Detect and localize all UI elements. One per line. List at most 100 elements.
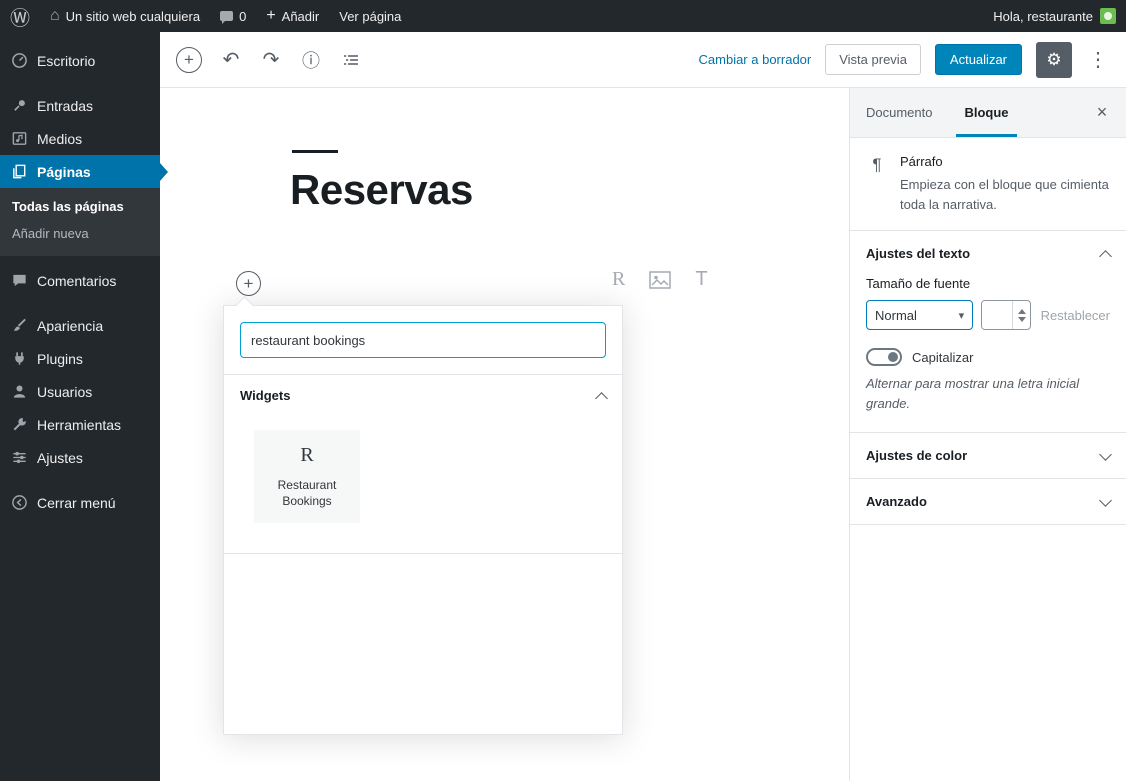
block-card: ¶ Párrafo Empieza con el bloque que cimi… bbox=[850, 138, 1126, 230]
text-block-icon[interactable]: T bbox=[695, 268, 707, 291]
wordpress-menu-button[interactable]: Ⓦ bbox=[0, 0, 40, 32]
chevron-down-icon: ▾ bbox=[958, 309, 965, 322]
font-size-label: Tamaño de fuente bbox=[866, 276, 971, 291]
new-content-link[interactable]: + Añadir bbox=[256, 0, 329, 32]
inserter-items-area: R Restaurant Bookings bbox=[224, 416, 622, 555]
update-button[interactable]: Actualizar bbox=[934, 44, 1022, 75]
sidebar-item-paginas[interactable]: Páginas bbox=[0, 155, 168, 188]
media-icon bbox=[10, 130, 28, 147]
sidebar-item-usuarios[interactable]: Usuarios bbox=[0, 375, 160, 408]
wordpress-logo-icon: Ⓦ bbox=[10, 7, 30, 30]
block-search-input[interactable] bbox=[240, 322, 606, 358]
plus-icon: + bbox=[266, 7, 276, 24]
sidebar-item-cerrar-menu[interactable]: Cerrar menú bbox=[0, 486, 160, 519]
font-size-number-input[interactable] bbox=[982, 301, 1013, 329]
block-card-title: Párrafo bbox=[900, 154, 943, 169]
sidebar-menu: Escritorio Entradas Medios Páginas Todas… bbox=[0, 32, 168, 781]
greeting-link[interactable]: Hola, restaurante bbox=[993, 9, 1093, 24]
stepper-up-icon[interactable] bbox=[1018, 308, 1027, 314]
chevron-up-icon bbox=[1099, 249, 1112, 263]
undo-icon[interactable]: ↶ bbox=[216, 45, 246, 75]
color-settings-panel: Ajustes de color bbox=[850, 432, 1126, 478]
view-page-link[interactable]: Ver página bbox=[329, 0, 411, 32]
restaurant-bookings-block-icon[interactable]: R bbox=[612, 268, 625, 291]
dropcap-label: Capitalizar bbox=[912, 349, 974, 365]
admin-bar: Ⓦ ⌂ Un sitio web cualquiera 0 + Añadir V… bbox=[0, 0, 1126, 32]
sidebar-item-label: Cerrar menú bbox=[37, 494, 116, 511]
editor-toolbar: + ↶ ↷ ⓘ Cambiar a borrador Vista previa … bbox=[160, 32, 1126, 88]
sidebar-item-label: Herramientas bbox=[37, 416, 122, 433]
comments-count: 0 bbox=[239, 8, 247, 24]
sidebar-item-plugins[interactable]: Plugins bbox=[0, 342, 160, 375]
sidebar-item-label: Apariencia bbox=[37, 317, 104, 334]
text-settings-title: Ajustes del texto bbox=[866, 246, 971, 261]
more-options-icon[interactable]: ⋮ bbox=[1086, 47, 1110, 72]
pages-submenu: Todas las páginas Añadir nueva bbox=[0, 188, 160, 256]
inserter-search-wrap bbox=[224, 306, 622, 374]
list-view-icon[interactable] bbox=[336, 45, 366, 75]
stepper-down-icon[interactable] bbox=[1018, 316, 1027, 322]
home-icon: ⌂ bbox=[50, 7, 60, 24]
user-icon bbox=[10, 383, 28, 400]
sidebar-item-ajustes[interactable]: Ajustes bbox=[0, 441, 160, 474]
color-settings-header[interactable]: Ajustes de color bbox=[850, 433, 1126, 478]
dashboard-icon bbox=[10, 52, 28, 69]
title-separator bbox=[292, 150, 338, 153]
switch-to-draft-link[interactable]: Cambiar a borrador bbox=[699, 52, 812, 67]
sidebar-item-comentarios[interactable]: Comentarios bbox=[0, 264, 160, 297]
dropcap-toggle[interactable] bbox=[866, 348, 902, 366]
sidebar-item-medios[interactable]: Medios bbox=[0, 122, 160, 155]
view-page-label: Ver página bbox=[339, 8, 402, 24]
block-card-text: Párrafo Empieza con el bloque que cimien… bbox=[900, 154, 1110, 214]
sidebar-item-herramientas[interactable]: Herramientas bbox=[0, 408, 160, 441]
submenu-item-anadir-nueva[interactable]: Añadir nueva bbox=[0, 220, 160, 247]
add-block-button[interactable]: + bbox=[176, 46, 202, 73]
plugin-icon bbox=[10, 350, 28, 367]
tab-documento[interactable]: Documento bbox=[850, 88, 948, 137]
sidebar-item-apariencia[interactable]: Apariencia bbox=[0, 309, 160, 342]
reset-button: Restablecer bbox=[1040, 307, 1110, 323]
font-size-stepper bbox=[1012, 301, 1029, 329]
text-settings-panel: Ajustes del texto Tamaño de fuente Norma… bbox=[850, 230, 1126, 432]
font-size-row: Normal ▾ Restablecer bbox=[866, 300, 1110, 330]
admin-bar-right: Hola, restaurante bbox=[993, 8, 1126, 24]
restaurant-bookings-icon: R bbox=[300, 444, 314, 466]
close-sidebar-icon[interactable]: × bbox=[1088, 99, 1116, 127]
color-settings-title: Ajustes de color bbox=[866, 448, 968, 464]
sidebar-item-label: Usuarios bbox=[37, 383, 93, 400]
chevron-up-icon bbox=[595, 391, 608, 405]
submenu-item-todas-las-paginas[interactable]: Todas las páginas bbox=[0, 193, 160, 220]
collapse-arrow-icon bbox=[10, 494, 28, 511]
restaurant-bookings-block-item[interactable]: R Restaurant Bookings bbox=[254, 430, 360, 524]
dropcap-help-text: Alternar para mostrar una letra inicial … bbox=[866, 376, 1080, 412]
page-title[interactable]: Reservas bbox=[290, 166, 473, 214]
comments-link[interactable]: 0 bbox=[210, 0, 256, 32]
sidebar-item-label: Plugins bbox=[37, 350, 83, 367]
sidebar-item-label: Entradas bbox=[37, 97, 94, 114]
redo-icon[interactable]: ↷ bbox=[256, 45, 286, 75]
text-settings-body: Tamaño de fuente Normal ▾ Restablecer Ca… bbox=[850, 276, 1126, 432]
sidebar-item-label: Páginas bbox=[37, 163, 91, 180]
dropcap-toggle-row: Capitalizar bbox=[866, 348, 1110, 366]
site-name-link[interactable]: ⌂ Un sitio web cualquiera bbox=[40, 0, 210, 32]
paragraph-icon: ¶ bbox=[872, 155, 882, 174]
advanced-header[interactable]: Avanzado bbox=[850, 479, 1126, 524]
sidebar-item-entradas[interactable]: Entradas bbox=[0, 89, 160, 122]
preview-button[interactable]: Vista previa bbox=[825, 44, 921, 75]
block-inserter-button[interactable]: + bbox=[236, 271, 261, 296]
settings-sliders-icon bbox=[10, 449, 28, 466]
tab-bloque[interactable]: Bloque bbox=[948, 88, 1024, 137]
text-settings-header[interactable]: Ajustes del texto bbox=[850, 231, 1126, 276]
comments-icon bbox=[220, 11, 234, 24]
font-size-select[interactable]: Normal ▾ bbox=[866, 300, 974, 330]
sidebar-item-escritorio[interactable]: Escritorio bbox=[0, 44, 160, 77]
editor-toolbar-right: Cambiar a borrador Vista previa Actualiz… bbox=[699, 41, 1110, 78]
image-block-icon[interactable] bbox=[649, 270, 672, 289]
widgets-section-header[interactable]: Widgets bbox=[224, 374, 622, 416]
chevron-down-icon bbox=[1099, 447, 1112, 461]
info-icon[interactable]: ⓘ bbox=[296, 45, 326, 75]
toggle-knob bbox=[888, 352, 898, 362]
widgets-section-label: Widgets bbox=[240, 388, 291, 403]
user-avatar[interactable] bbox=[1100, 8, 1116, 24]
settings-gear-button[interactable]: ⚙ bbox=[1036, 41, 1072, 78]
